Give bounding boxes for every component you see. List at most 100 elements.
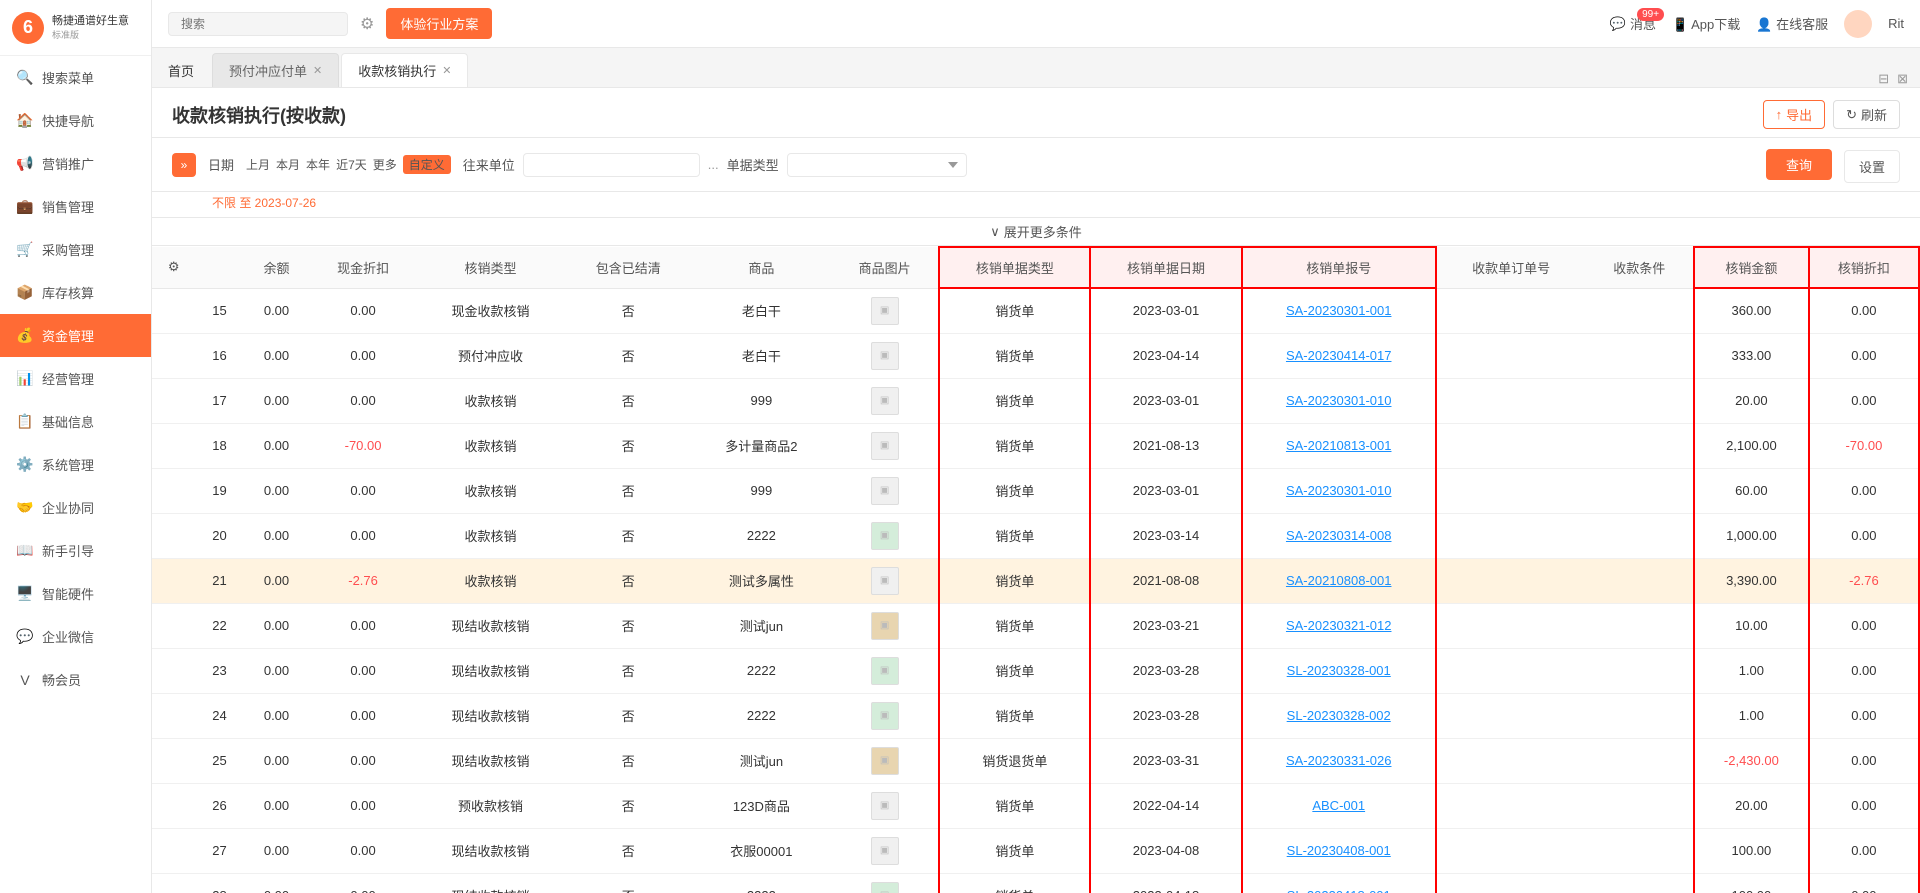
sidebar-item-guide[interactable]: 📖新手引导 <box>0 529 151 572</box>
refresh-button[interactable]: ↻ 刷新 <box>1833 100 1900 129</box>
col-cash-discount: 现金折扣 <box>310 247 417 288</box>
tab-collection[interactable]: 收款核销执行 ✕ <box>341 53 468 87</box>
date-last-month[interactable]: 上月 <box>246 156 270 173</box>
cell-write-off-bill-no[interactable]: SA-20230321-012 <box>1242 603 1436 648</box>
cell-balance: 0.00 <box>243 288 309 333</box>
cell-goods: 多计量商品2 <box>692 423 831 468</box>
cell-receipt-condition <box>1585 828 1694 873</box>
type-select[interactable] <box>787 153 967 177</box>
cell-write-off-discount: 0.00 <box>1809 468 1919 513</box>
cell-write-off-bill-no[interactable]: SA-20230301-001 <box>1242 288 1436 333</box>
cell-write-off-amount: 1,000.00 <box>1694 513 1809 558</box>
unit-dots[interactable]: ... <box>708 157 719 172</box>
sidebar-item-sales[interactable]: 💼销售管理 <box>0 185 151 228</box>
sidebar-item-nav[interactable]: 🏠快捷导航 <box>0 99 151 142</box>
cell-write-off-bill-date: 2023-03-28 <box>1090 693 1241 738</box>
search-input[interactable] <box>168 12 348 36</box>
custom-date-badge[interactable]: 自定义 <box>403 155 451 174</box>
sidebar-item-operation[interactable]: 📊经营管理 <box>0 357 151 400</box>
table-row: 21 0.00 -2.76 收款核销 否 测试多属性 ▣ 销货单 2021-08… <box>152 558 1919 603</box>
sidebar-item-corp[interactable]: 🤝企业协同 <box>0 486 151 529</box>
date-this-year[interactable]: 本年 <box>306 156 330 173</box>
cell-goods-image: ▣ <box>831 378 940 423</box>
expand-more-btn[interactable]: ∨ 展开更多条件 <box>152 218 1920 245</box>
cell-write-off-bill-no[interactable]: ABC-001 <box>1242 783 1436 828</box>
date-last-7-days[interactable]: 近7天 <box>336 156 367 173</box>
sidebar-item-member[interactable]: V畅会员 <box>0 658 151 701</box>
cell-cash-discount: 0.00 <box>310 738 417 783</box>
cell-write-off-bill-no[interactable]: SL-20230328-002 <box>1242 693 1436 738</box>
cell-write-off-bill-no[interactable]: SA-20210808-001 <box>1242 558 1436 603</box>
cell-goods-image: ▣ <box>831 693 940 738</box>
cell-receipt-order-no <box>1436 738 1586 783</box>
sidebar-item-purchase[interactable]: 🛒采购管理 <box>0 228 151 271</box>
sidebar-item-finance[interactable]: 💰资金管理 <box>0 314 151 357</box>
cell-write-off-bill-no[interactable]: SA-20230414-017 <box>1242 333 1436 378</box>
cell-receipt-order-no <box>1436 513 1586 558</box>
cell-balance: 0.00 <box>243 333 309 378</box>
cell-write-off-bill-no[interactable]: SA-20230301-010 <box>1242 468 1436 513</box>
cell-write-off-type: 现金收款核销 <box>417 288 565 333</box>
col-settings[interactable]: ⚙ <box>152 247 196 288</box>
sidebar-item-inventory[interactable]: 📦库存核算 <box>0 271 151 314</box>
tab-maximize-icon[interactable]: ⊠ <box>1897 71 1908 87</box>
tab-home[interactable]: 首页 <box>152 53 210 87</box>
sidebar-item-marketing[interactable]: 📢营销推广 <box>0 142 151 185</box>
cell-write-off-bill-no[interactable]: SL-20230328-001 <box>1242 648 1436 693</box>
cell-write-off-bill-no[interactable]: SA-20230301-010 <box>1242 378 1436 423</box>
cell-receipt-condition <box>1585 603 1694 648</box>
cell-seq: 24 <box>196 693 244 738</box>
cell-write-off-bill-no[interactable]: SA-20210813-001 <box>1242 423 1436 468</box>
cell-write-off-discount: -2.76 <box>1809 558 1919 603</box>
query-button[interactable]: 查询 <box>1766 149 1832 180</box>
online-service-link[interactable]: 👤 在线客服 <box>1756 14 1828 33</box>
sidebar-item-search[interactable]: 🔍搜索菜单 <box>0 56 151 99</box>
cell-receipt-condition <box>1585 378 1694 423</box>
col-balance: 余额 <box>243 247 309 288</box>
cell-goods-image: ▣ <box>831 558 940 603</box>
sidebar-item-system[interactable]: ⚙️系统管理 <box>0 443 151 486</box>
app-download-link[interactable]: 📱 App下载 <box>1672 14 1740 33</box>
table-row: 24 0.00 0.00 现结收款核销 否 2222 ▣ 销货单 2023-03… <box>152 693 1919 738</box>
cell-write-off-bill-no[interactable]: SA-20230331-026 <box>1242 738 1436 783</box>
sidebar: 6 畅捷通谱好生意 标准版 🔍搜索菜单🏠快捷导航📢营销推广💼销售管理🛒采购管理📦… <box>0 0 152 893</box>
cell-write-off-type: 现结收款核销 <box>417 873 565 893</box>
cell-write-off-bill-no[interactable]: SA-20230314-008 <box>1242 513 1436 558</box>
cell-write-off-bill-no[interactable]: SL-20230418-001 <box>1242 873 1436 893</box>
cell-write-off-discount: 0.00 <box>1809 288 1919 333</box>
tab-minimize-icon[interactable]: ⊟ <box>1878 71 1889 87</box>
export-button[interactable]: ↑ 导出 <box>1763 100 1826 129</box>
cell-seq: 28 <box>196 873 244 893</box>
cell-write-off-bill-no[interactable]: SL-20230408-001 <box>1242 828 1436 873</box>
sidebar-label-marketing: 营销推广 <box>42 154 94 173</box>
cell-goods: 老白干 <box>692 288 831 333</box>
table-settings-icon[interactable]: ⚙ <box>168 259 180 274</box>
sidebar-item-basic[interactable]: 📋基础信息 <box>0 400 151 443</box>
gear-icon[interactable]: ⚙ <box>360 14 374 34</box>
industry-btn[interactable]: 体验行业方案 <box>386 8 492 39</box>
cell-seq: 25 <box>196 738 244 783</box>
tab-prepay-close[interactable]: ✕ <box>313 64 322 77</box>
page-actions: ↑ 导出 ↻ 刷新 <box>1763 100 1900 129</box>
cell-write-off-type: 现结收款核销 <box>417 603 565 648</box>
filter-toggle-btn[interactable]: » <box>172 153 196 177</box>
cell-receipt-condition <box>1585 873 1694 893</box>
cell-write-off-bill-date: 2023-04-14 <box>1090 333 1241 378</box>
avatar[interactable] <box>1844 10 1872 38</box>
sidebar-icon-guide: 📖 <box>16 542 34 560</box>
tab-collection-close[interactable]: ✕ <box>442 64 451 77</box>
cell-write-off-bill-date: 2022-04-14 <box>1090 783 1241 828</box>
unit-label: 往来单位 <box>463 155 515 174</box>
unit-input[interactable] <box>523 153 700 177</box>
cell-receipt-condition <box>1585 738 1694 783</box>
sidebar-label-finance: 资金管理 <box>42 326 94 345</box>
sidebar-item-wechat[interactable]: 💬企业微信 <box>0 615 151 658</box>
sidebar-item-hardware[interactable]: 🖥️智能硬件 <box>0 572 151 615</box>
notification-bell[interactable]: 💬 消息 99+ <box>1610 14 1656 33</box>
settings-button[interactable]: 设置 <box>1844 150 1900 183</box>
cell-write-off-bill-date: 2023-03-21 <box>1090 603 1241 648</box>
date-this-month[interactable]: 本月 <box>276 156 300 173</box>
tab-prepay[interactable]: 预付冲应付单 ✕ <box>212 53 339 87</box>
cell-settings <box>152 378 196 423</box>
date-more[interactable]: 更多 <box>373 156 397 173</box>
